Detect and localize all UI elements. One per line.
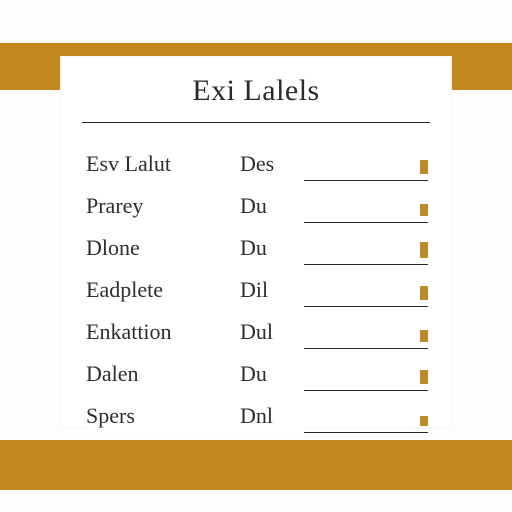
row-label-mid: Des — [234, 151, 304, 183]
list-row: Dalen Du — [86, 351, 428, 393]
row-label-left: Eadplete — [86, 277, 234, 309]
row-label-mid: Dnl — [234, 403, 304, 435]
row-label-left: Spers — [86, 403, 234, 435]
row-mark — [406, 329, 428, 351]
list-row: Enkattion Dul — [86, 309, 428, 351]
list-row: Prarey Du — [86, 183, 428, 225]
row-label-mid: Du — [234, 235, 304, 267]
row-label-left: Prarey — [86, 193, 234, 225]
row-label-left: Dalen — [86, 361, 234, 393]
row-label-mid: Du — [234, 193, 304, 225]
row-mark — [406, 242, 428, 267]
row-label-left: Esv Lalut — [86, 151, 234, 183]
row-label-mid: Du — [234, 361, 304, 393]
footer-band — [0, 440, 512, 490]
page-title: Exi Lalels — [60, 74, 452, 108]
list-row: Eadplete Dil — [86, 267, 428, 309]
row-label-mid: Dul — [234, 319, 304, 351]
list: Esv Lalut Des Prarey Du Dlone Du Eadplet… — [60, 123, 452, 435]
row-mark — [406, 160, 428, 183]
row-mark — [406, 203, 428, 225]
row-mark — [406, 413, 428, 435]
list-row: Spers Dnl — [86, 393, 428, 435]
row-label-left: Enkattion — [86, 319, 234, 351]
row-mark — [406, 286, 428, 309]
title-wrap: Exi Lalels — [60, 56, 452, 116]
list-row: Esv Lalut Des — [86, 141, 428, 183]
list-row: Dlone Du — [86, 225, 428, 267]
content-panel: Exi Lalels Esv Lalut Des Prarey Du Dlone… — [60, 56, 452, 428]
row-label-left: Dlone — [86, 235, 234, 267]
row-mark — [406, 370, 428, 393]
row-label-mid: Dil — [234, 277, 304, 309]
